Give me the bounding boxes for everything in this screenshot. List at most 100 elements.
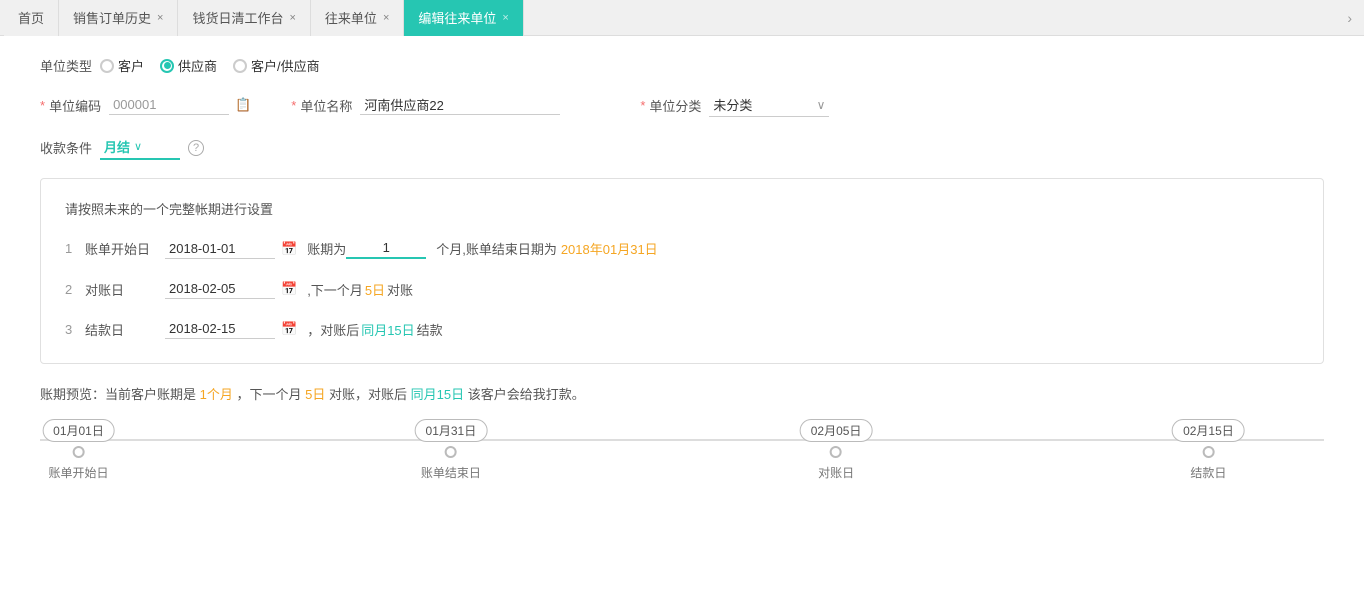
unit-category-label: 单位分类	[649, 96, 701, 115]
unit-code-item: * 单位编码 📋	[40, 95, 251, 115]
radio-label-0: 客户	[118, 56, 144, 75]
payment-prefix: ，对账后	[307, 320, 359, 339]
timeline-label-0: 账单开始日	[49, 464, 109, 481]
copy-icon[interactable]: 📋	[235, 97, 251, 113]
end-date-highlight: 2018年01月31日	[561, 239, 658, 258]
payment-row: 收款条件 月结 ∨ ?	[40, 135, 1324, 160]
preview-highlight-2: 5日	[305, 387, 325, 402]
tab-label-sales-history: 销售订单历史	[73, 8, 151, 27]
radio-label-2: 客户/供应商	[251, 56, 320, 75]
timeline-label-1: 账单结束日	[421, 464, 481, 481]
tab-label-home: 首页	[18, 8, 44, 27]
timeline-dot-2	[830, 446, 842, 458]
settings-title: 请按照未来的一个完整帐期进行设置	[65, 199, 1299, 218]
timeline-badge-3: 02月15日	[1172, 419, 1245, 442]
radio-group: 客户 供应商 客户/供应商	[100, 56, 320, 75]
payment-label: 收款条件	[40, 138, 92, 157]
tab-bar: 首页 销售订单历史 × 钱货日清工作台 × 往来单位 × 编辑往来单位 × ›	[0, 0, 1364, 36]
radio-0[interactable]: 客户	[100, 56, 144, 75]
start-date-input[interactable]	[165, 239, 275, 259]
tab-label-edit-partner: 编辑往来单位	[418, 8, 496, 27]
row-num-1: 1	[65, 241, 85, 256]
row-num-2: 2	[65, 282, 85, 297]
unit-category-select[interactable]: 未分类 ∨	[709, 93, 829, 117]
unit-name-item: * 单位名称	[291, 95, 560, 115]
radio-label-1: 供应商	[178, 56, 217, 75]
unit-type-row: 单位类型 客户 供应商 客户/供应商	[40, 56, 1324, 75]
calendar-icon-3[interactable]: 📅	[281, 321, 297, 337]
radio-circle-2	[233, 59, 247, 73]
payment-date-input[interactable]	[165, 319, 275, 339]
tab-label-cash-ledger: 钱货日清工作台	[192, 8, 283, 27]
timeline-dot-3	[1202, 446, 1214, 458]
timeline-label-3: 结款日	[1190, 464, 1226, 481]
reconcile-suffix: 对账	[387, 280, 413, 299]
tab-home[interactable]: 首页	[4, 0, 59, 36]
preview-highlight-3: 同月15日	[411, 387, 464, 402]
unit-code-input[interactable]	[109, 95, 229, 115]
period-suffix: 个月,账单结束日期为	[436, 239, 557, 258]
preview-highlight-1: 1个月	[200, 387, 233, 402]
tab-edit-partner[interactable]: 编辑往来单位 ×	[404, 0, 523, 36]
period-prefix: 账期为	[307, 239, 346, 258]
chevron-down-icon-payment: ∨	[134, 140, 142, 153]
row-num-3: 3	[65, 322, 85, 337]
payment-value: 月结	[104, 137, 130, 156]
timeline-label-2: 对账日	[818, 464, 854, 481]
preview-mid-1: ，下一个月	[237, 387, 302, 402]
timeline-badge-2: 02月05日	[800, 419, 873, 442]
timeline-dot-1	[445, 446, 457, 458]
reconcile-date-input[interactable]	[165, 279, 275, 299]
timeline-dot-0	[73, 446, 85, 458]
reconcile-prefix: ,下一个月	[307, 280, 363, 299]
tab-close-sales-history[interactable]: ×	[157, 12, 163, 24]
required-star-name: *	[291, 98, 296, 113]
tab-close-cash-ledger[interactable]: ×	[289, 12, 295, 24]
timeline-point-1: 01月31日账单结束日	[415, 419, 488, 481]
timeline-point-0: 01月01日账单开始日	[42, 419, 115, 481]
unit-code-label: 单位编码	[49, 96, 101, 115]
calendar-icon-2[interactable]: 📅	[281, 281, 297, 297]
radio-circle-0	[100, 59, 114, 73]
unit-info-row: * 单位编码 📋 * 单位名称 * 单位分类 未分类 ∨	[40, 93, 1324, 117]
preview-suffix: 该客户会给我打款。	[468, 387, 585, 402]
radio-2[interactable]: 客户/供应商	[233, 56, 320, 75]
radio-circle-1	[160, 59, 174, 73]
timeline-badge-0: 01月01日	[42, 419, 115, 442]
reconcile-highlight: 5日	[365, 280, 385, 299]
tab-close-edit-partner[interactable]: ×	[502, 12, 508, 24]
tab-sales-history[interactable]: 销售订单历史 ×	[59, 0, 178, 36]
unit-type-label: 单位类型	[40, 56, 92, 75]
tab-partner-units[interactable]: 往来单位 ×	[311, 0, 404, 36]
help-icon[interactable]: ?	[188, 140, 204, 156]
timeline-point-3: 02月15日结款日	[1172, 419, 1245, 481]
row-name-3: 结款日	[85, 320, 165, 339]
unit-category-item: * 单位分类 未分类 ∨	[640, 93, 829, 117]
unit-name-input[interactable]	[360, 95, 560, 115]
tab-close-partner-units[interactable]: ×	[383, 12, 389, 24]
setting-row-2: 2 对账日 📅 ,下一个月 5日 对账	[65, 279, 1299, 299]
row-name-2: 对账日	[85, 280, 165, 299]
main-content: 单位类型 客户 供应商 客户/供应商 * 单位编码 📋 * 单位名称 * 单位分类 …	[0, 36, 1364, 608]
timeline-point-2: 02月05日对账日	[800, 419, 873, 481]
tab-nav-arrow[interactable]: ›	[1339, 10, 1360, 26]
payment-highlight: 同月15日	[361, 320, 414, 339]
timeline-badge-1: 01月31日	[415, 419, 488, 442]
setting-row-3: 3 结款日 📅 ，对账后 同月15日 结款	[65, 319, 1299, 339]
required-star-code: *	[40, 98, 45, 113]
required-star-cat: *	[640, 98, 645, 113]
period-input[interactable]	[346, 238, 426, 259]
tab-cash-ledger[interactable]: 钱货日清工作台 ×	[178, 0, 310, 36]
payment-suffix: 结款	[417, 320, 443, 339]
tab-label-partner-units: 往来单位	[325, 8, 377, 27]
radio-1[interactable]: 供应商	[160, 56, 217, 75]
timeline: 01月01日账单开始日 01月31日账单结束日 02月05日对账日 02月15日结款日	[40, 419, 1324, 489]
settings-box: 请按照未来的一个完整帐期进行设置 1 账单开始日 📅 账期为 个月,账单结束日期…	[40, 178, 1324, 364]
preview-prefix: 账期预览：当前客户账期是	[40, 387, 196, 402]
calendar-icon-1[interactable]: 📅	[281, 241, 297, 257]
payment-select[interactable]: 月结 ∨	[100, 135, 180, 160]
chevron-down-icon: ∨	[817, 98, 826, 112]
preview-mid-2: 对账，对账后	[329, 387, 407, 402]
preview-text: 账期预览：当前客户账期是 1个月 ，下一个月 5日 对账，对账后 同月15日 该…	[40, 380, 1324, 403]
unit-type-item: 单位类型 客户 供应商 客户/供应商	[40, 56, 320, 75]
